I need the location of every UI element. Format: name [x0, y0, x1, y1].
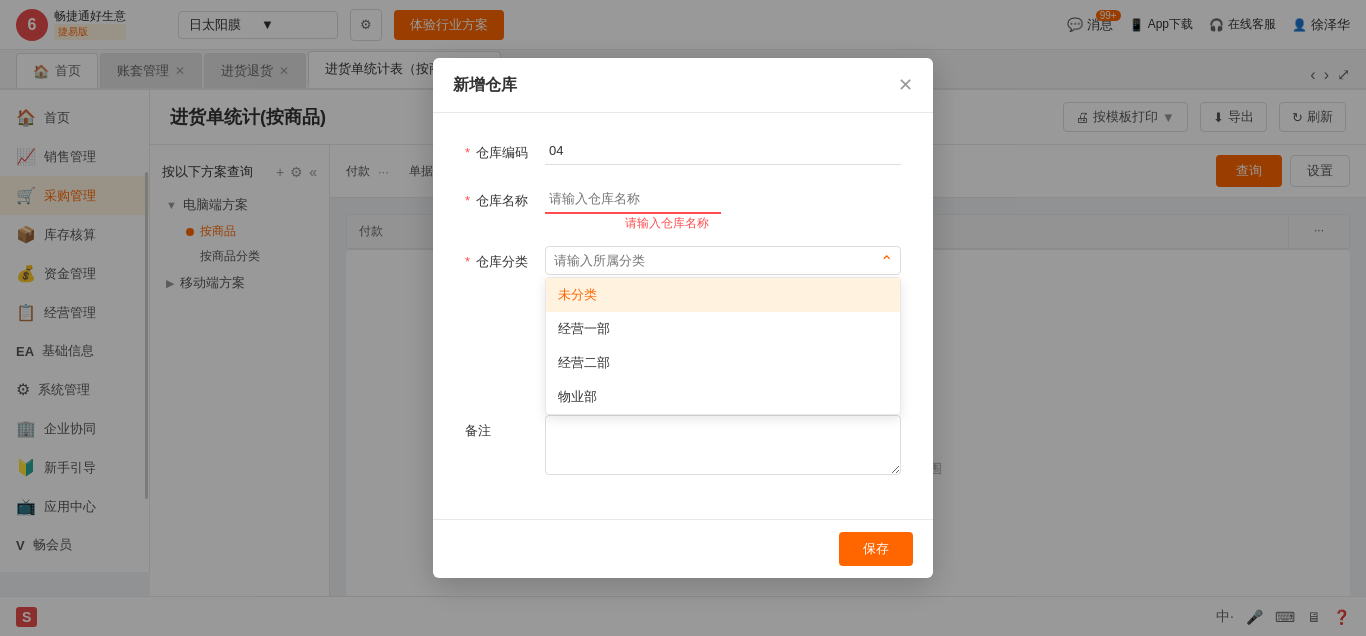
modal-footer: 保存 — [433, 519, 933, 578]
name-required-star: * — [465, 193, 470, 208]
modal-header: 新增仓库 ✕ — [433, 58, 933, 113]
category-label: * 仓库分类 — [465, 246, 545, 271]
category-dropdown: 未分类 经营一部 经营二部 物业部 — [545, 277, 901, 415]
modal-title: 新增仓库 — [453, 75, 517, 96]
form-row-name: * 仓库名称 请输入仓库名称 — [465, 185, 901, 214]
code-label: * 仓库编码 — [465, 137, 545, 162]
dropdown-item-ops2[interactable]: 经营二部 — [546, 346, 900, 380]
code-input[interactable] — [545, 137, 901, 165]
modal-body: * 仓库编码 * 仓库名称 请输入仓库名称 * — [433, 113, 933, 519]
name-error-msg: 请输入仓库名称 — [625, 215, 709, 232]
name-field-wrapper: 请输入仓库名称 — [545, 185, 901, 214]
category-arrow-icon[interactable]: ⌃ — [880, 251, 893, 270]
dropdown-item-property[interactable]: 物业部 — [546, 380, 900, 414]
category-required-star: * — [465, 254, 470, 269]
name-input[interactable] — [545, 185, 721, 214]
new-warehouse-modal: 新增仓库 ✕ * 仓库编码 * 仓库名称 请输入仓库名称 — [433, 58, 933, 578]
dropdown-item-ops1[interactable]: 经营一部 — [546, 312, 900, 346]
note-textarea[interactable] — [545, 415, 901, 475]
note-label: 备注 — [465, 415, 545, 440]
category-input[interactable] — [545, 246, 901, 275]
code-required-star: * — [465, 145, 470, 160]
form-row-note: 备注 — [465, 415, 901, 475]
category-select-wrapper: ⌃ 未分类 经营一部 经营二部 物业部 — [545, 246, 901, 275]
modal-close-button[interactable]: ✕ — [898, 74, 913, 96]
form-row-code: * 仓库编码 — [465, 137, 901, 165]
dropdown-item-unclassified[interactable]: 未分类 — [546, 278, 900, 312]
form-row-category: * 仓库分类 ⌃ 未分类 经营一部 经营二部 物业部 — [465, 246, 901, 275]
modal-overlay: 新增仓库 ✕ * 仓库编码 * 仓库名称 请输入仓库名称 — [0, 0, 1366, 636]
save-button[interactable]: 保存 — [839, 532, 913, 566]
name-label: * 仓库名称 — [465, 185, 545, 210]
